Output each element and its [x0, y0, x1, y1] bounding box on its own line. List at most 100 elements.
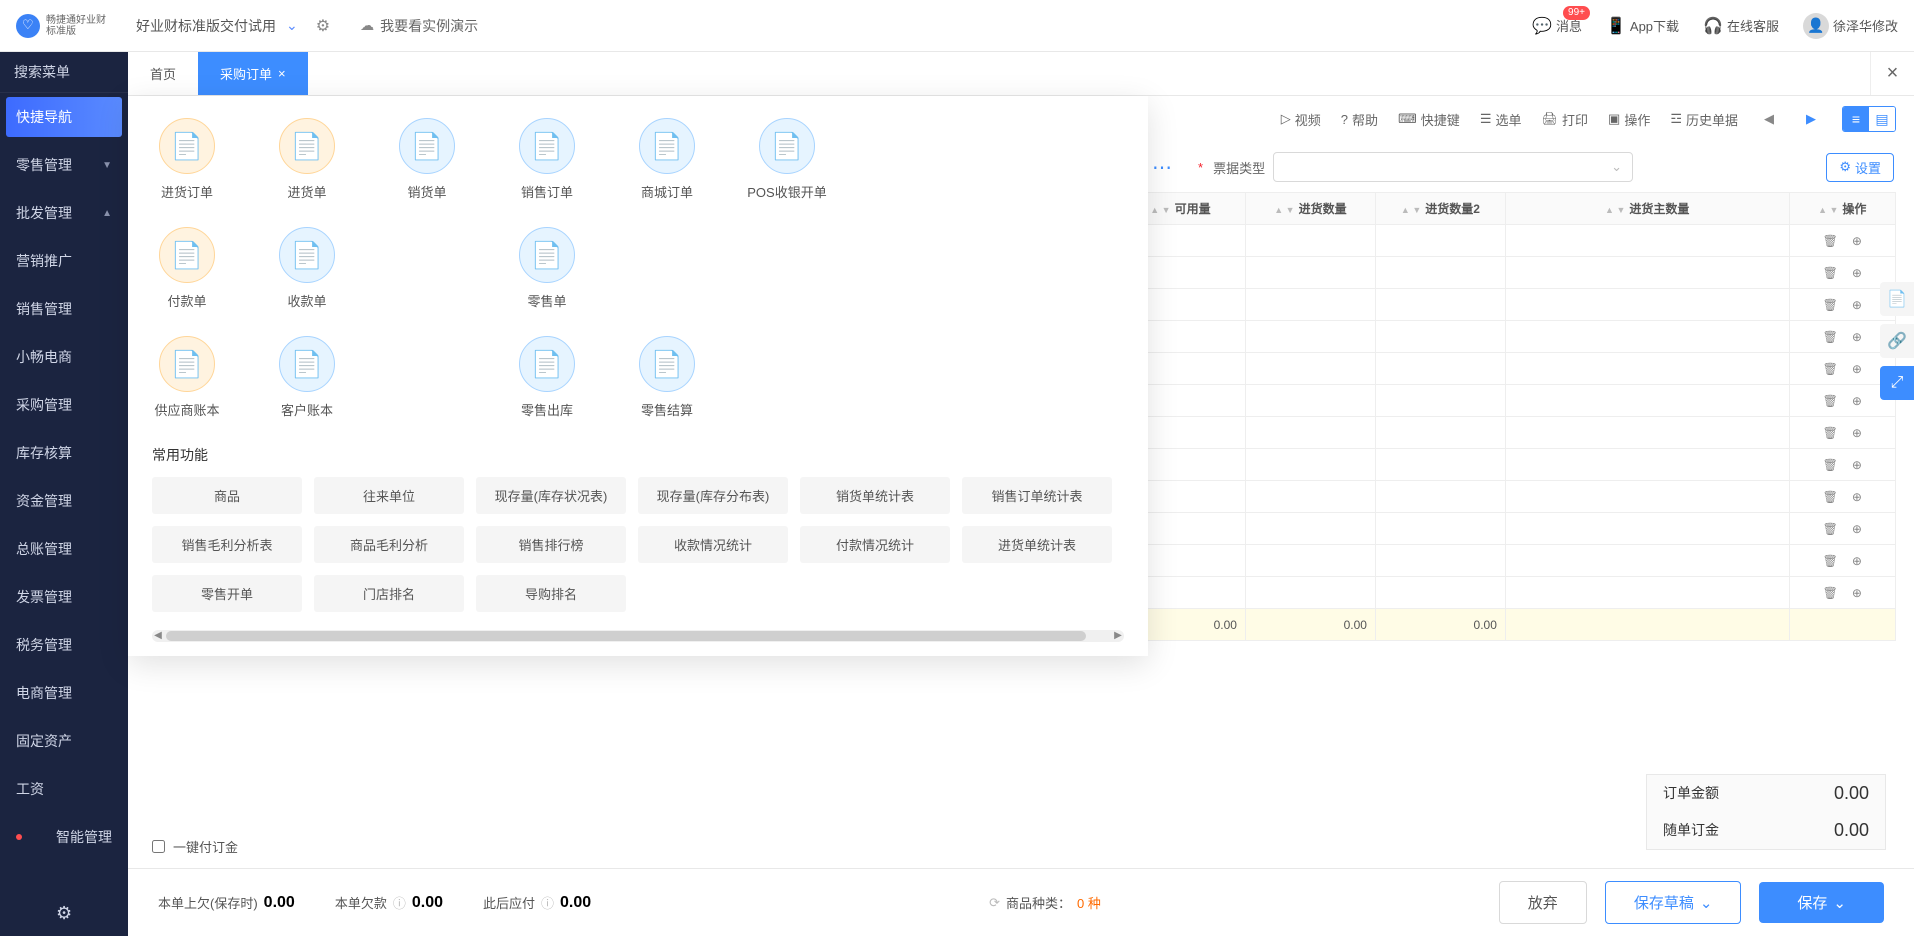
- delete-row-icon[interactable]: 🗑: [1823, 426, 1838, 440]
- delete-row-icon[interactable]: 🗑: [1823, 586, 1838, 600]
- sidebar-item-wholesale[interactable]: 批发管理▲: [0, 189, 128, 237]
- sidebar-item-tax[interactable]: 税务管理: [0, 621, 128, 669]
- discard-button[interactable]: 放弃: [1499, 881, 1587, 924]
- column-header[interactable]: ▲ ▼进货数量2: [1375, 193, 1505, 225]
- flow-node[interactable]: 📄付款单: [152, 227, 222, 310]
- sidebar-item-quicknav[interactable]: 快捷导航: [6, 97, 122, 137]
- sidebar-item-inventory[interactable]: 库存核算: [0, 429, 128, 477]
- add-row-icon[interactable]: ⊕: [1852, 362, 1862, 376]
- refresh-icon[interactable]: ⟳: [989, 895, 1000, 911]
- tab-home[interactable]: 首页: [128, 52, 198, 95]
- flow-node[interactable]: 📄销售订单: [512, 118, 582, 201]
- quick-link-chip[interactable]: 销货单统计表: [800, 477, 950, 514]
- user-menu[interactable]: 👤 徐泽华修改: [1803, 13, 1898, 39]
- rail-expand-icon[interactable]: ⤢: [1880, 366, 1914, 400]
- select-button[interactable]: ☰选单: [1480, 110, 1522, 129]
- sidebar-item-assets[interactable]: 固定资产: [0, 717, 128, 765]
- delete-row-icon[interactable]: 🗑: [1823, 266, 1838, 280]
- prev-record-button[interactable]: ◀: [1758, 108, 1780, 130]
- action-button[interactable]: ▣操作: [1608, 110, 1650, 129]
- workspace-selector[interactable]: 好业财标准版交付试用 ⌄: [136, 16, 298, 36]
- delete-row-icon[interactable]: 🗑: [1823, 458, 1838, 472]
- flow-node[interactable]: 📄进货订单: [152, 118, 222, 201]
- scroll-thumb[interactable]: [166, 631, 1086, 641]
- rail-link-icon[interactable]: 🔗: [1880, 324, 1914, 358]
- column-header[interactable]: ▲ ▼操作: [1789, 193, 1895, 225]
- delete-row-icon[interactable]: 🗑: [1823, 330, 1838, 344]
- add-row-icon[interactable]: ⊕: [1852, 266, 1862, 280]
- delete-row-icon[interactable]: 🗑: [1823, 522, 1838, 536]
- workspace-settings-icon[interactable]: ⚙: [316, 16, 330, 36]
- rail-note-icon[interactable]: 📄: [1880, 282, 1914, 316]
- quick-link-chip[interactable]: 零售开单: [152, 575, 302, 612]
- add-row-icon[interactable]: ⊕: [1852, 330, 1862, 344]
- app-download-button[interactable]: 📱 App下载: [1606, 16, 1679, 36]
- column-header[interactable]: ▲ ▼进货主数量: [1505, 193, 1789, 225]
- shortcut-button[interactable]: ⌨快捷键: [1398, 110, 1460, 129]
- flow-node[interactable]: 📄POS收银开单: [752, 118, 822, 201]
- sidebar-settings-icon[interactable]: ⚙: [56, 903, 72, 924]
- quick-link-chip[interactable]: 现存量(库存状况表): [476, 477, 626, 514]
- flow-node[interactable]: 📄零售出库: [512, 336, 582, 419]
- horizontal-scrollbar[interactable]: ◀ ▶: [152, 630, 1124, 642]
- delete-row-icon[interactable]: 🗑: [1823, 490, 1838, 504]
- help-button[interactable]: ?帮助: [1341, 110, 1378, 129]
- sidebar-item-invoice[interactable]: 发票管理: [0, 573, 128, 621]
- flow-node[interactable]: 📄供应商账本: [152, 336, 222, 419]
- flow-node[interactable]: 📄零售结算: [632, 336, 702, 419]
- flow-node[interactable]: 📄收款单: [272, 227, 342, 310]
- info-icon[interactable]: ⓘ: [541, 893, 554, 912]
- sidebar-item-funds[interactable]: 资金管理: [0, 477, 128, 525]
- quick-link-chip[interactable]: 门店排名: [314, 575, 464, 612]
- support-button[interactable]: 🎧 在线客服: [1703, 16, 1779, 36]
- sidebar-item-sales[interactable]: 销售管理: [0, 285, 128, 333]
- flow-node[interactable]: 📄商城订单: [632, 118, 702, 201]
- quick-link-chip[interactable]: 商品: [152, 477, 302, 514]
- one-click-deposit-checkbox[interactable]: [152, 840, 165, 853]
- delete-row-icon[interactable]: 🗑: [1823, 394, 1838, 408]
- sidebar-item-xiaochang[interactable]: 小畅电商: [0, 333, 128, 381]
- add-row-icon[interactable]: ⊕: [1852, 234, 1862, 248]
- delete-row-icon[interactable]: 🗑: [1823, 362, 1838, 376]
- scroll-left-icon[interactable]: ◀: [152, 630, 164, 642]
- flow-node[interactable]: 📄零售单: [512, 227, 582, 310]
- view-card-button[interactable]: ▤: [1869, 107, 1895, 131]
- quick-link-chip[interactable]: 销售排行榜: [476, 526, 626, 563]
- flow-node[interactable]: 📄销货单: [392, 118, 462, 201]
- sidebar-item-ai[interactable]: 智能管理: [0, 813, 128, 861]
- video-button[interactable]: ▷视频: [1281, 110, 1321, 129]
- column-header[interactable]: ▲ ▼进货数量: [1245, 193, 1375, 225]
- sidebar-item-gl[interactable]: 总账管理: [0, 525, 128, 573]
- add-row-icon[interactable]: ⊕: [1852, 458, 1862, 472]
- flow-node[interactable]: 📄进货单: [272, 118, 342, 201]
- delete-row-icon[interactable]: 🗑: [1823, 554, 1838, 568]
- save-draft-button[interactable]: 保存草稿⌄: [1605, 881, 1742, 924]
- info-icon[interactable]: ⓘ: [393, 893, 406, 912]
- add-row-icon[interactable]: ⊕: [1852, 298, 1862, 312]
- print-button[interactable]: 🖨打印: [1541, 110, 1588, 129]
- delete-row-icon[interactable]: 🗑: [1823, 298, 1838, 312]
- quick-link-chip[interactable]: 导购排名: [476, 575, 626, 612]
- close-icon[interactable]: ×: [278, 66, 286, 81]
- quick-link-chip[interactable]: 收款情况统计: [638, 526, 788, 563]
- quick-link-chip[interactable]: 现存量(库存分布表): [638, 477, 788, 514]
- add-row-icon[interactable]: ⊕: [1852, 490, 1862, 504]
- sidebar-item-purchase[interactable]: 采购管理: [0, 381, 128, 429]
- delete-row-icon[interactable]: 🗑: [1823, 234, 1838, 248]
- quick-link-chip[interactable]: 销售毛利分析表: [152, 526, 302, 563]
- quick-link-chip[interactable]: 销售订单统计表: [962, 477, 1112, 514]
- quick-link-chip[interactable]: 往来单位: [314, 477, 464, 514]
- sidebar-item-retail[interactable]: 零售管理▼: [0, 141, 128, 189]
- sidebar-item-ecommerce[interactable]: 电商管理: [0, 669, 128, 717]
- history-button[interactable]: ☲历史单据: [1670, 110, 1738, 129]
- sidebar-search[interactable]: 搜索菜单: [0, 52, 128, 93]
- scroll-right-icon[interactable]: ▶: [1112, 630, 1124, 642]
- sidebar-item-marketing[interactable]: 营销推广: [0, 237, 128, 285]
- demo-link[interactable]: ☁ 我要看实例演示: [360, 16, 478, 36]
- save-button[interactable]: 保存⌄: [1759, 882, 1884, 923]
- view-detail-button[interactable]: ≡: [1843, 107, 1869, 131]
- close-all-tabs-button[interactable]: ×: [1870, 52, 1914, 95]
- quick-link-chip[interactable]: 付款情况统计: [800, 526, 950, 563]
- add-row-icon[interactable]: ⊕: [1852, 554, 1862, 568]
- quick-link-chip[interactable]: 进货单统计表: [962, 526, 1112, 563]
